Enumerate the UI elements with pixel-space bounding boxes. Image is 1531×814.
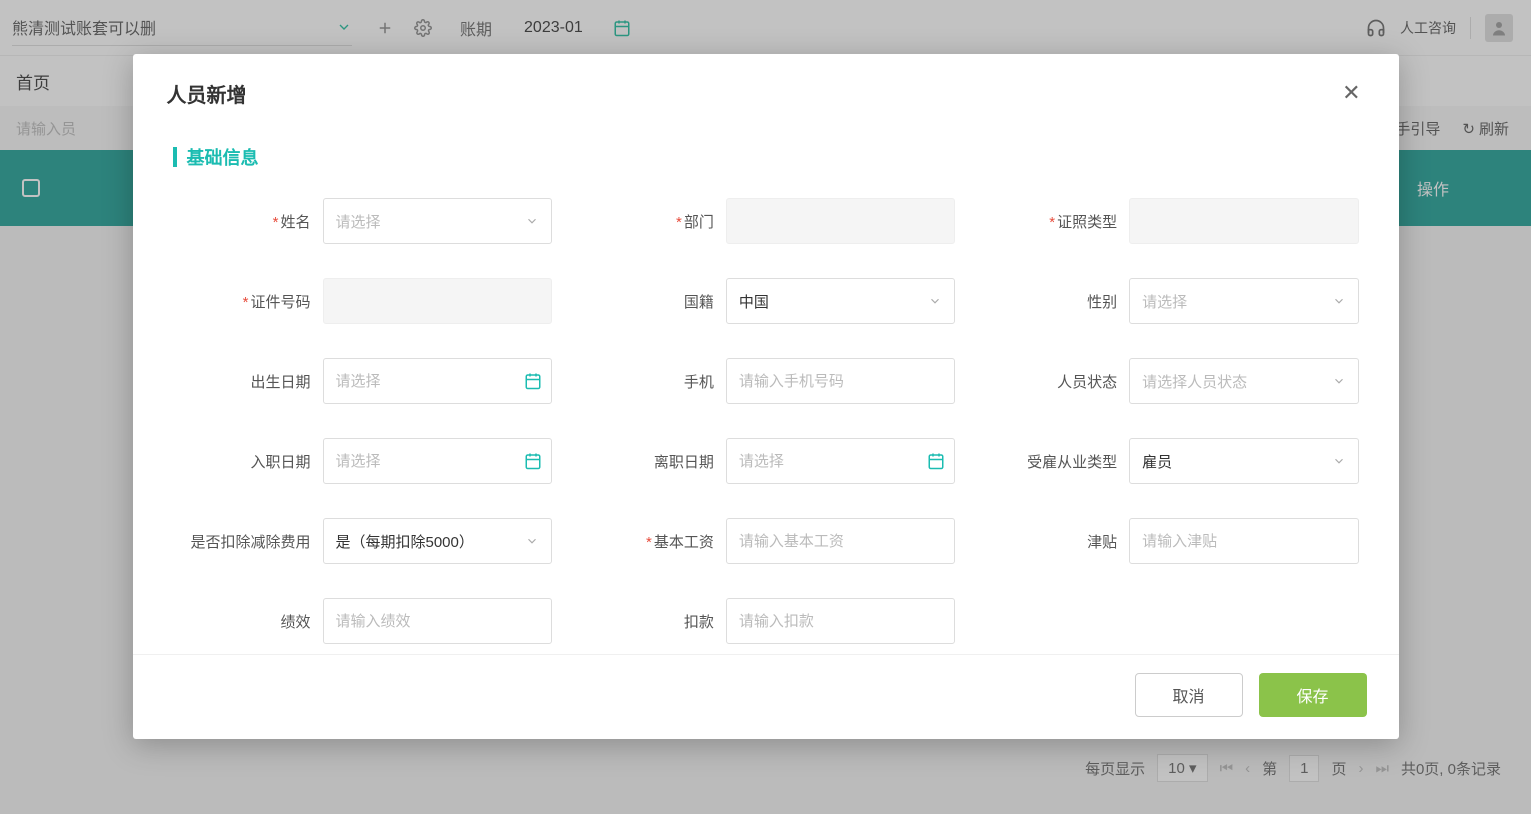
field-deduction: 扣款 (576, 598, 955, 644)
field-performance: 绩效 (173, 598, 552, 644)
chevron-down-icon (1332, 294, 1346, 308)
chevron-down-icon (928, 294, 942, 308)
cancel-button[interactable]: 取消 (1135, 673, 1243, 717)
mobile-input[interactable] (726, 358, 955, 404)
base-salary-input[interactable] (726, 518, 955, 564)
birth-input[interactable] (323, 358, 552, 404)
form-grid: *姓名 请选择 *部门 *证照类型 (173, 198, 1359, 644)
modal: 人员新增 ✕ 基础信息 *姓名 请选择 *部 (133, 54, 1399, 739)
field-nationality: 国籍 中国 (576, 278, 955, 324)
modal-footer: 取消 保存 (133, 654, 1399, 739)
field-hire-date: 入职日期 (173, 438, 552, 484)
field-emp-type: 受雇从业类型 雇员 (979, 438, 1358, 484)
field-base-salary: *基本工资 (576, 518, 955, 564)
field-gender: 性别 请选择 (979, 278, 1358, 324)
deduct-select[interactable]: 是（每期扣除5000） (323, 518, 552, 564)
chevron-down-icon (525, 534, 539, 548)
modal-body: 基础信息 *姓名 请选择 *部门 (133, 124, 1399, 654)
hire-date-input[interactable] (323, 438, 552, 484)
field-cert-type: *证照类型 (979, 198, 1358, 244)
emp-type-select[interactable]: 雇员 (1129, 438, 1358, 484)
cert-no-input[interactable] (323, 278, 552, 324)
field-birth: 出生日期 (173, 358, 552, 404)
name-select[interactable]: 请选择 (323, 198, 552, 244)
nationality-select[interactable]: 中国 (726, 278, 955, 324)
dept-input[interactable] (726, 198, 955, 244)
chevron-down-icon (1332, 374, 1346, 388)
chevron-down-icon (525, 214, 539, 228)
deduction-input[interactable] (726, 598, 955, 644)
leave-date-input[interactable] (726, 438, 955, 484)
close-icon[interactable]: ✕ (1334, 76, 1368, 110)
modal-header: 人员新增 ✕ (133, 54, 1399, 124)
modal-overlay: 人员新增 ✕ 基础信息 *姓名 请选择 *部 (0, 0, 1531, 814)
status-select[interactable]: 请选择人员状态 (1129, 358, 1358, 404)
field-leave-date: 离职日期 (576, 438, 955, 484)
field-name: *姓名 请选择 (173, 198, 552, 244)
cert-type-input[interactable] (1129, 198, 1358, 244)
allowance-input[interactable] (1129, 518, 1358, 564)
field-cert-no: *证件号码 (173, 278, 552, 324)
section-basic-title: 基础信息 (173, 144, 1359, 170)
performance-input[interactable] (323, 598, 552, 644)
field-status: 人员状态 请选择人员状态 (979, 358, 1358, 404)
gender-select[interactable]: 请选择 (1129, 278, 1358, 324)
save-button[interactable]: 保存 (1259, 673, 1367, 717)
chevron-down-icon (1332, 454, 1346, 468)
field-mobile: 手机 (576, 358, 955, 404)
field-deduct: 是否扣除减除费用 是（每期扣除5000） (173, 518, 552, 564)
field-dept: *部门 (576, 198, 955, 244)
field-allowance: 津贴 (979, 518, 1358, 564)
modal-title: 人员新增 (167, 79, 247, 108)
